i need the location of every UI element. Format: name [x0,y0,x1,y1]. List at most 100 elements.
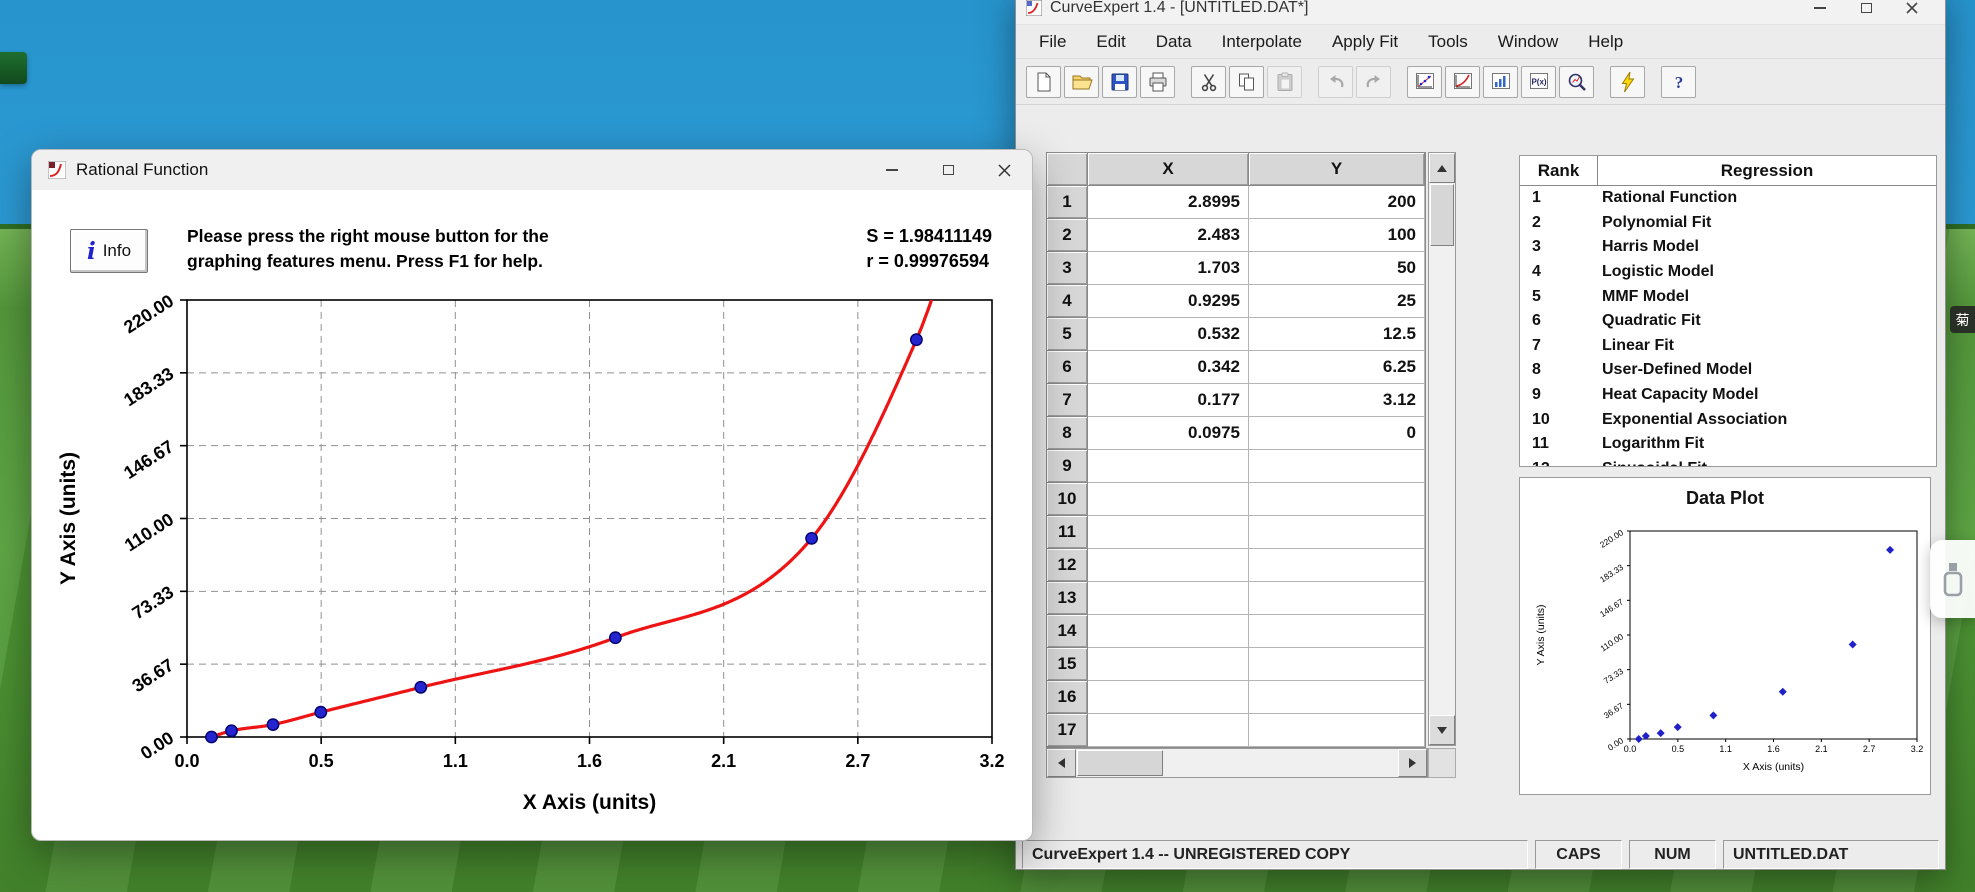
row-number-cell[interactable]: 3 [1047,252,1088,285]
vertical-scroll-track[interactable] [1429,183,1455,715]
apply-fit-lightning-icon[interactable] [1610,66,1645,98]
row-number-cell[interactable]: 5 [1047,318,1088,351]
row-number-cell[interactable]: 1 [1047,186,1088,219]
regression-item[interactable]: 1Rational Function [1520,186,1936,211]
row-number-cell[interactable]: 7 [1047,384,1088,417]
row-number-cell[interactable]: 12 [1047,549,1088,582]
fit-close-button[interactable] [976,150,1032,190]
minimize-button[interactable] [1797,0,1843,24]
y-value-cell[interactable] [1249,483,1425,516]
scroll-down-button[interactable] [1429,715,1455,745]
row-number-cell[interactable]: 2 [1047,219,1088,252]
cut-icon[interactable] [1191,66,1226,98]
x-value-cell[interactable]: 0.0975 [1088,417,1249,450]
y-value-cell[interactable]: 6.25 [1249,351,1425,384]
row-number-cell[interactable]: 11 [1047,516,1088,549]
menu-item-edit[interactable]: Edit [1081,32,1140,52]
fit-maximize-button[interactable] [920,150,976,190]
row-number-cell[interactable]: 4 [1047,285,1088,318]
menu-item-apply-fit[interactable]: Apply Fit [1317,32,1413,52]
regression-item[interactable]: 9Heat Capacity Model [1520,383,1936,408]
x-value-cell[interactable]: 0.342 [1088,351,1249,384]
x-value-cell[interactable] [1088,648,1249,681]
plot-bars-icon[interactable] [1483,66,1518,98]
row-number-cell[interactable]: 16 [1047,681,1088,714]
scroll-left-button[interactable] [1047,749,1076,777]
regression-item[interactable]: 10Exponential Association [1520,407,1936,432]
x-value-cell[interactable]: 1.703 [1088,252,1249,285]
save-file-icon[interactable] [1102,66,1137,98]
y-value-cell[interactable] [1249,450,1425,483]
table-horizontal-scrollbar[interactable] [1046,748,1428,778]
y-value-cell[interactable]: 25 [1249,285,1425,318]
row-number-cell[interactable]: 13 [1047,582,1088,615]
menu-item-window[interactable]: Window [1483,32,1573,52]
x-value-cell[interactable] [1088,714,1249,747]
x-value-cell[interactable] [1088,483,1249,516]
y-value-cell[interactable] [1249,648,1425,681]
scroll-right-button[interactable] [1398,749,1427,777]
menu-item-file[interactable]: File [1024,32,1081,52]
x-value-cell[interactable] [1088,450,1249,483]
regression-item[interactable]: 6Quadratic Fit [1520,309,1936,334]
plot-points-icon[interactable] [1407,66,1442,98]
row-number-cell[interactable]: 17 [1047,714,1088,747]
scroll-up-button[interactable] [1429,153,1455,183]
x-value-cell[interactable] [1088,681,1249,714]
row-number-cell[interactable]: 8 [1047,417,1088,450]
close-button[interactable] [1889,0,1935,24]
y-value-cell[interactable] [1249,681,1425,714]
y-value-cell[interactable]: 100 [1249,219,1425,252]
device-widget[interactable] [1930,540,1975,618]
regression-item[interactable]: 12Sinusoidal Fit [1520,457,1936,467]
x-value-cell[interactable] [1088,582,1249,615]
regression-item[interactable]: 2Polynomial Fit [1520,211,1936,236]
x-value-cell[interactable] [1088,615,1249,648]
plot-curve-icon[interactable] [1445,66,1480,98]
x-value-cell[interactable]: 0.9295 [1088,285,1249,318]
row-number-cell[interactable]: 6 [1047,351,1088,384]
y-value-cell[interactable] [1249,714,1425,747]
column-header-x[interactable]: X [1088,153,1249,186]
fit-minimize-button[interactable] [864,150,920,190]
y-value-cell[interactable] [1249,615,1425,648]
print-icon[interactable] [1140,66,1175,98]
y-value-cell[interactable]: 50 [1249,252,1425,285]
menu-item-help[interactable]: Help [1573,32,1638,52]
regression-item[interactable]: 7Linear Fit [1520,334,1936,359]
column-header-y[interactable]: Y [1249,153,1425,186]
ime-badge[interactable]: 菊 [1950,306,1975,333]
maximize-button[interactable] [1843,0,1889,24]
info-button[interactable]: i Info [70,229,148,273]
fit-titlebar[interactable]: Rational Function [32,150,1032,190]
y-value-cell[interactable]: 200 [1249,186,1425,219]
evaluate-icon[interactable]: P(x) [1521,66,1556,98]
new-file-icon[interactable] [1026,66,1061,98]
y-value-cell[interactable]: 12.5 [1249,318,1425,351]
horizontal-scroll-track[interactable] [1076,749,1398,777]
menu-item-data[interactable]: Data [1141,32,1207,52]
horizontal-scroll-thumb[interactable] [1077,750,1163,776]
zoom-plot-icon[interactable] [1559,66,1594,98]
row-number-cell[interactable]: 10 [1047,483,1088,516]
table-vertical-scrollbar[interactable] [1428,152,1456,746]
data-plot-chart[interactable]: 0.00.51.11.62.12.73.20.0036.6773.33110.0… [1530,512,1926,790]
x-value-cell[interactable] [1088,549,1249,582]
y-value-cell[interactable] [1249,582,1425,615]
x-value-cell[interactable]: 0.177 [1088,384,1249,417]
menu-item-tools[interactable]: Tools [1413,32,1483,52]
help-icon[interactable]: ? [1661,66,1696,98]
x-value-cell[interactable] [1088,516,1249,549]
y-value-cell[interactable] [1249,549,1425,582]
copy-icon[interactable] [1229,66,1264,98]
y-value-cell[interactable]: 3.12 [1249,384,1425,417]
desktop-icon[interactable] [0,52,27,84]
row-number-cell[interactable]: 9 [1047,450,1088,483]
open-file-icon[interactable] [1064,66,1099,98]
vertical-scroll-thumb[interactable] [1430,184,1454,246]
regression-item[interactable]: 3Harris Model [1520,235,1936,260]
row-number-cell[interactable]: 14 [1047,615,1088,648]
x-value-cell[interactable]: 0.532 [1088,318,1249,351]
y-value-cell[interactable] [1249,516,1425,549]
regression-item[interactable]: 4Logistic Model [1520,260,1936,285]
